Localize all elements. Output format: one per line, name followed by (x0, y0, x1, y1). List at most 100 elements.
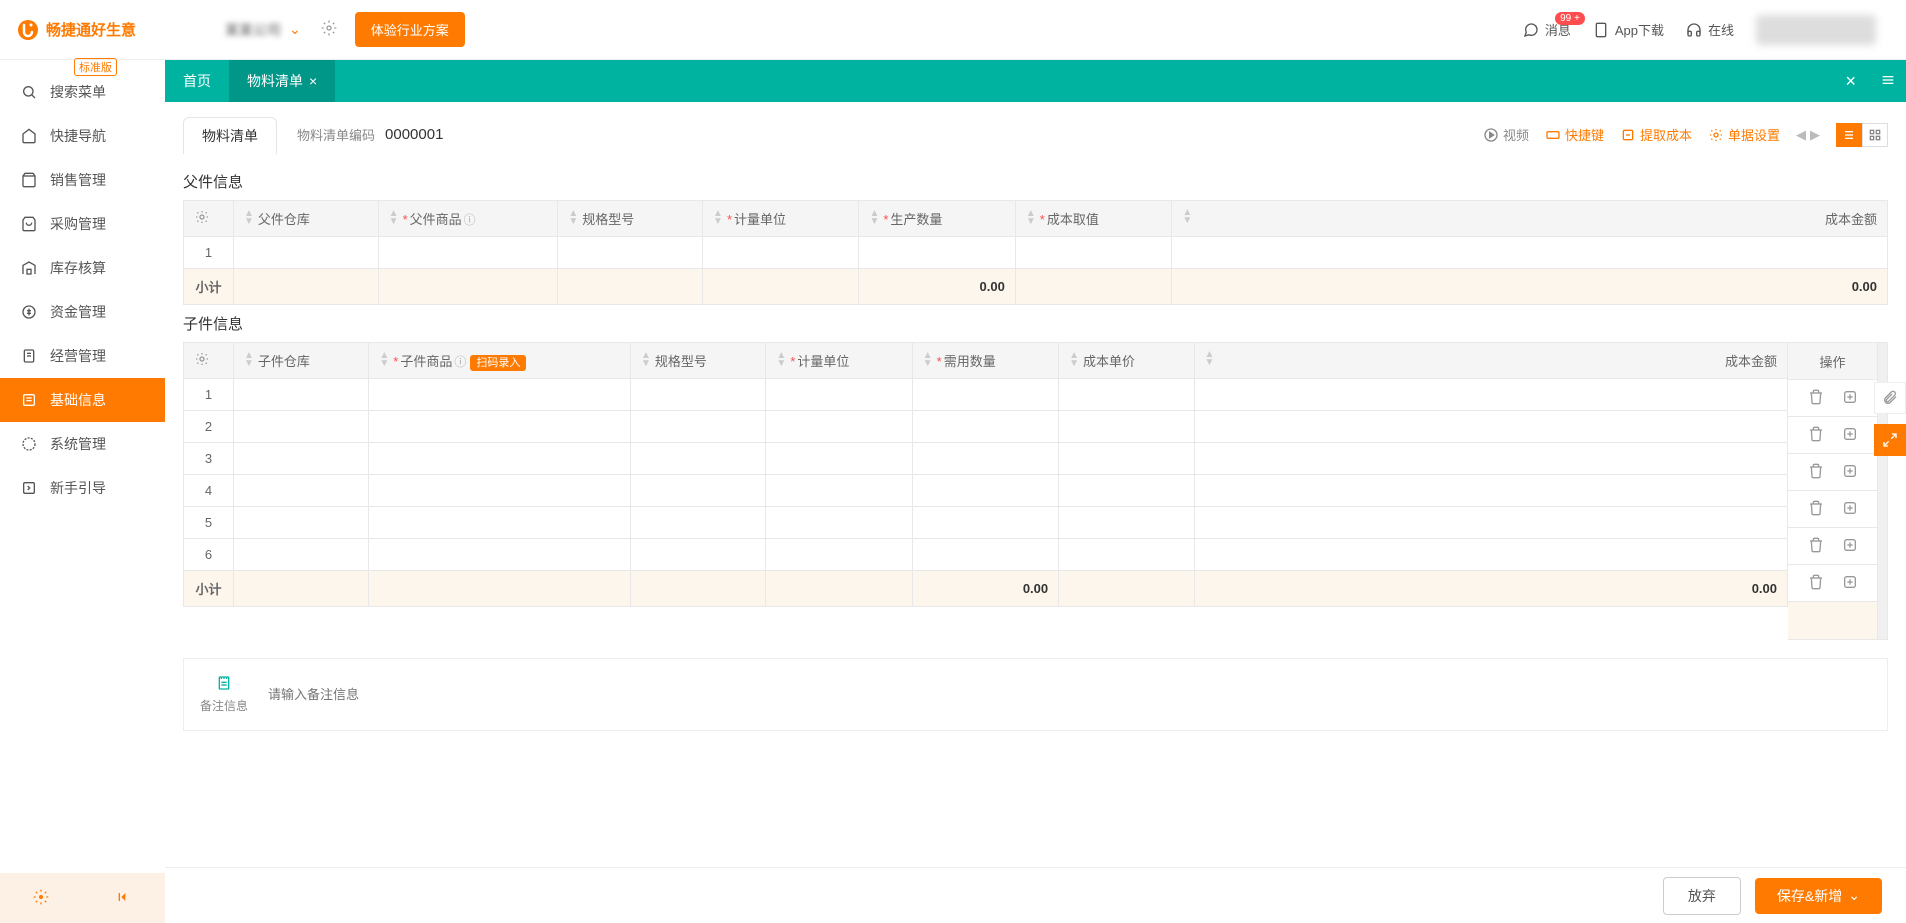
app-download-link[interactable]: App下载 (1593, 20, 1664, 39)
parent-subtotal-row: 小计0.000.00 (184, 269, 1888, 305)
parent-col-settings[interactable] (184, 201, 234, 237)
sidebar-footer (0, 873, 165, 923)
sidebar-item-purchase[interactable]: 采购管理 (0, 202, 165, 246)
org-settings-icon[interactable] (321, 20, 337, 39)
child-col-unit-cost[interactable]: ▲▼成本单价 (1059, 343, 1194, 379)
view-list-icon[interactable] (1836, 123, 1862, 147)
sidebar-item-sales[interactable]: 销售管理 (0, 158, 165, 202)
table-row[interactable]: 6 (184, 539, 1788, 571)
scan-entry-tag[interactable]: 扫码录入 (470, 355, 526, 371)
sidebar-item-finance[interactable]: 资金管理 (0, 290, 165, 334)
child-section-title: 子件信息 (183, 305, 1888, 342)
discard-button[interactable]: 放弃 (1663, 877, 1741, 915)
video-link[interactable]: 视频 (1483, 125, 1529, 144)
sidebar-item-basic-info[interactable]: 基础信息 (0, 378, 165, 422)
page-sub-tab[interactable]: 物料清单 (183, 117, 277, 154)
delete-row-icon[interactable] (1808, 500, 1824, 519)
child-col-product[interactable]: ▲▼*子件商品ⓘ扫码录入 (369, 343, 631, 379)
parent-col-product[interactable]: ▲▼*父件商品ⓘ (378, 201, 558, 237)
experience-button[interactable]: 体验行业方案 (355, 12, 465, 47)
child-subtotal-qty: 0.00 (912, 571, 1058, 607)
add-row-icon[interactable] (1842, 500, 1858, 519)
child-col-spec[interactable]: ▲▼规格型号 (631, 343, 766, 379)
attachment-icon[interactable] (1874, 382, 1906, 414)
org-name: 某某公司 (225, 20, 281, 40)
settings-icon (20, 435, 38, 453)
brand-name: 畅捷通好生意 (46, 19, 136, 40)
parent-col-qty[interactable]: ▲▼*生产数量 (859, 201, 1015, 237)
table-row[interactable]: 3 (184, 443, 1788, 475)
delete-row-icon[interactable] (1808, 537, 1824, 556)
message-icon (1523, 22, 1539, 38)
next-icon[interactable]: ▶ (1810, 127, 1820, 143)
parent-col-uom[interactable]: ▲▼*计量单位 (703, 201, 859, 237)
table-row[interactable]: 4 (184, 475, 1788, 507)
sidebar-item-system[interactable]: 系统管理 (0, 422, 165, 466)
help-icon[interactable]: ⓘ (454, 355, 466, 369)
row-ops (1788, 454, 1877, 491)
search-icon (20, 83, 38, 101)
clipboard-icon (20, 347, 38, 365)
help-icon[interactable]: ⓘ (464, 213, 476, 227)
table-row[interactable]: 5 (184, 507, 1788, 539)
parent-col-warehouse[interactable]: ▲▼父件仓库 (234, 201, 379, 237)
sidebar-item-inventory[interactable]: 库存核算 (0, 246, 165, 290)
remark-input[interactable] (268, 675, 1871, 714)
shortcut-link[interactable]: 快捷键 (1545, 125, 1604, 144)
add-row-icon[interactable] (1842, 463, 1858, 482)
delete-row-icon[interactable] (1808, 574, 1824, 593)
child-col-cost-amt[interactable]: ▲▼成本金额 (1194, 343, 1787, 379)
add-row-icon[interactable] (1842, 426, 1858, 445)
tab-menu-icon[interactable] (1870, 72, 1906, 91)
sidebar-item-guide[interactable]: 新手引导 (0, 466, 165, 510)
sidebar-item-search[interactable]: 搜索菜单 (0, 70, 165, 114)
parent-col-spec[interactable]: ▲▼规格型号 (558, 201, 703, 237)
parent-col-cost-amt[interactable]: ▲▼成本金额 (1172, 201, 1888, 237)
collapse-sidebar-icon[interactable] (116, 889, 132, 908)
add-row-icon[interactable] (1842, 574, 1858, 593)
row-ops (1788, 565, 1877, 602)
save-and-new-button[interactable]: 保存&新增⌄ (1755, 878, 1882, 914)
expand-icon[interactable] (1874, 424, 1906, 456)
doc-settings-link[interactable]: 单据设置 (1708, 125, 1780, 144)
row-ops (1788, 417, 1877, 454)
table-row[interactable]: 1 (184, 379, 1788, 411)
child-col-warehouse[interactable]: ▲▼子件仓库 (234, 343, 369, 379)
sidebar-item-label: 资金管理 (50, 302, 106, 322)
delete-row-icon[interactable] (1808, 426, 1824, 445)
main: 首页 物料清单× × 物料清单 物料清单编码 0000001 视频 快捷键 提取… (165, 60, 1906, 923)
sidebar-item-quick-nav[interactable]: 快捷导航 (0, 114, 165, 158)
page-header: 物料清单 物料清单编码 0000001 视频 快捷键 提取成本 单据设置 ◀ ▶ (183, 102, 1888, 163)
sidebar-item-label: 经营管理 (50, 346, 106, 366)
prev-icon[interactable]: ◀ (1796, 127, 1806, 143)
view-grid-icon[interactable] (1862, 123, 1888, 147)
delete-row-icon[interactable] (1808, 463, 1824, 482)
parent-subtotal-amt: 0.00 (1172, 269, 1888, 305)
close-icon[interactable]: × (309, 73, 317, 89)
tab-close-all-icon[interactable]: × (1831, 71, 1870, 92)
logo: 畅捷通好生意 标准版 (10, 18, 175, 42)
table-row[interactable]: 1 (184, 237, 1888, 269)
tab-label: 首页 (183, 71, 211, 91)
tab-bom[interactable]: 物料清单× (229, 60, 335, 102)
online-support-link[interactable]: 在线 (1686, 20, 1734, 39)
child-col-qty[interactable]: ▲▼*需用数量 (912, 343, 1058, 379)
child-col-uom[interactable]: ▲▼*计量单位 (766, 343, 912, 379)
sidebar-item-operation[interactable]: 经营管理 (0, 334, 165, 378)
parent-col-cost-pick[interactable]: ▲▼*成本取值 (1015, 201, 1171, 237)
org-selector[interactable]: 某某公司 ⌄ (215, 16, 311, 44)
extract-cost-link[interactable]: 提取成本 (1620, 125, 1692, 144)
add-row-icon[interactable] (1842, 389, 1858, 408)
parent-section-title: 父件信息 (183, 163, 1888, 200)
footer-settings-icon[interactable] (33, 889, 49, 908)
chevron-down-icon: ⌄ (1848, 887, 1860, 904)
user-avatar[interactable] (1756, 15, 1876, 45)
tab-bar: 首页 物料清单× × (165, 60, 1906, 102)
tab-home[interactable]: 首页 (165, 60, 229, 102)
remark-label: 备注信息 (200, 697, 248, 714)
add-row-icon[interactable] (1842, 537, 1858, 556)
table-row[interactable]: 2 (184, 411, 1788, 443)
delete-row-icon[interactable] (1808, 389, 1824, 408)
child-col-settings[interactable] (184, 343, 234, 379)
messages-link[interactable]: 消息 99 + (1523, 20, 1571, 39)
